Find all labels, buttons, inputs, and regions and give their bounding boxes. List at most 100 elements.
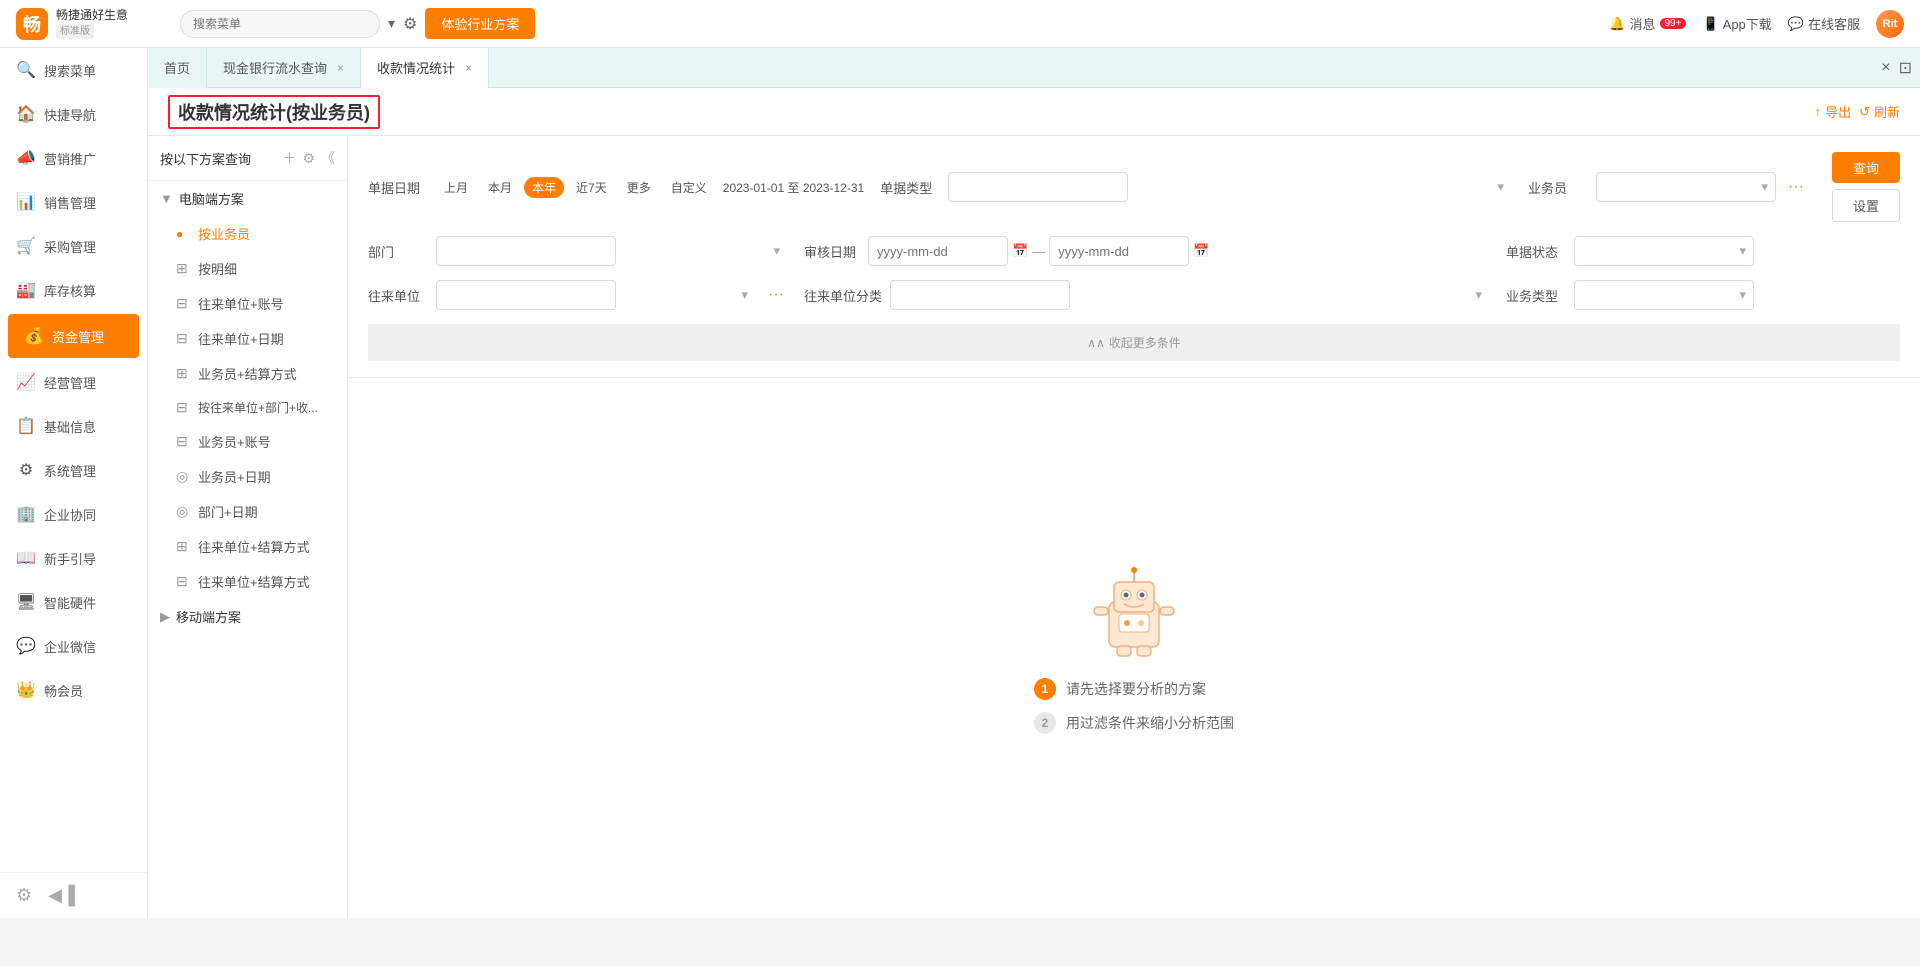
sidebar-item-search[interactable]: 🔍 搜索菜单 bbox=[0, 48, 147, 92]
biztype-select-wrapper bbox=[1574, 280, 1754, 310]
app-download-btn[interactable]: 📱 App下载 bbox=[1702, 14, 1771, 33]
partner-category-select-wrapper bbox=[890, 280, 1490, 310]
collapse-bar[interactable]: ∧∧ 收起更多条件 bbox=[368, 324, 1900, 361]
collapse-scheme-btn[interactable]: 《 bbox=[321, 148, 335, 168]
doc-status-label: 单据状态 bbox=[1506, 242, 1566, 261]
calendar-icon-1[interactable]: 📅 bbox=[1012, 243, 1028, 259]
partner-category-select[interactable] bbox=[890, 280, 1070, 310]
trial-btn[interactable]: 体验行业方案 bbox=[425, 8, 535, 39]
date-tab-more[interactable]: 更多 bbox=[619, 177, 659, 198]
partner-dept-icon: ⊟ bbox=[176, 399, 192, 416]
sidebar-search-label: 搜索菜单 bbox=[44, 61, 96, 80]
tab-home[interactable]: 首页 bbox=[148, 48, 207, 88]
date-tab-last-month[interactable]: 上月 bbox=[436, 177, 476, 198]
scheme-item-salesman-date[interactable]: ◎ 业务员+日期 bbox=[148, 459, 347, 494]
collapse-sidebar-btn[interactable]: ◀▐ bbox=[48, 885, 75, 906]
filter-row-3: 往来单位 ··· 往来单位分类 bbox=[368, 280, 1900, 310]
close-window-btn[interactable]: × bbox=[1881, 59, 1890, 77]
sidebar-item-wechat[interactable]: 💬 企业微信 bbox=[0, 624, 147, 668]
partner-more-btn[interactable]: ··· bbox=[764, 286, 788, 304]
search-input[interactable] bbox=[180, 10, 380, 38]
hardware-icon: 🖥 bbox=[16, 592, 36, 612]
sidebar-footer: ⚙ ◀▐ bbox=[0, 872, 147, 918]
sidebar-item-system[interactable]: ⚙ 系统管理 bbox=[0, 448, 147, 492]
doctype-filter-label: 单据类型 bbox=[880, 178, 940, 197]
export-btn[interactable]: ↑ 导出 bbox=[1815, 102, 1852, 121]
date-tab-7days[interactable]: 近7天 bbox=[568, 177, 615, 198]
scheme-desktop-title[interactable]: ▼ 电脑端方案 bbox=[148, 181, 347, 216]
docstatus-select-wrapper bbox=[1574, 236, 1754, 266]
sidebar-item-sales[interactable]: 📊 销售管理 bbox=[0, 180, 147, 224]
scheme-item-partner-dept[interactable]: ⊟ 按往来单位+部门+收... bbox=[148, 391, 347, 424]
doctype-select[interactable] bbox=[948, 172, 1128, 202]
user-area[interactable]: Rit bbox=[1876, 10, 1904, 38]
filter-doctype-group: 单据类型 bbox=[880, 172, 1512, 202]
top-header: 畅 畅捷通好生意 标准版 ▾ ⚙ 体验行业方案 🔔 消息 99+ 📱 App下载… bbox=[0, 0, 1920, 48]
tab-bank-flow[interactable]: 现金银行流水查询 × bbox=[207, 48, 361, 88]
empty-step-1: 1 请先选择要分析的方案 bbox=[1034, 678, 1234, 700]
settings-scheme-btn[interactable]: ⚙ bbox=[302, 148, 315, 168]
user-avatar: Rit bbox=[1876, 10, 1904, 38]
online-service-btn[interactable]: 💬 在线客服 bbox=[1788, 14, 1860, 33]
empty-step-2: 2 用过滤条件来缩小分析范围 bbox=[1034, 712, 1234, 734]
salesman-more-btn[interactable]: ··· bbox=[1784, 178, 1808, 196]
scheme-item-salesman-settle[interactable]: ⊞ 业务员+结算方式 bbox=[148, 356, 347, 391]
review-date-start[interactable] bbox=[868, 236, 1008, 266]
sidebar-item-member[interactable]: 👑 畅会员 bbox=[0, 668, 147, 712]
calendar-icon-2[interactable]: 📅 bbox=[1193, 243, 1209, 259]
operations-icon: 📈 bbox=[16, 372, 36, 392]
review-date-label: 审核日期 bbox=[804, 242, 864, 261]
date-tab-custom[interactable]: 自定义 bbox=[663, 177, 715, 198]
refresh-btn[interactable]: ↺ 刷新 bbox=[1859, 102, 1900, 121]
gear-btn[interactable]: ⚙ bbox=[403, 14, 417, 34]
sidebar-item-hardware[interactable]: 🖥 智能硬件 bbox=[0, 580, 147, 624]
sidebar-item-inventory[interactable]: 🏭 库存核算 bbox=[0, 268, 147, 312]
bank-flow-tab-close[interactable]: × bbox=[337, 61, 344, 75]
scheme-item-partner-settle2[interactable]: ⊟ 往来单位+结算方式 bbox=[148, 564, 347, 599]
sidebar-item-guide[interactable]: 📖 新手引导 bbox=[0, 536, 147, 580]
sidebar-sales-label: 销售管理 bbox=[44, 193, 96, 212]
salesman-select[interactable] bbox=[1596, 172, 1776, 202]
logo-icon: 畅 bbox=[16, 8, 48, 40]
docstatus-select[interactable] bbox=[1574, 236, 1754, 266]
scheme-item-partner-date[interactable]: ⊟ 往来单位+日期 bbox=[148, 321, 347, 356]
review-date-end[interactable] bbox=[1049, 236, 1189, 266]
sidebar-item-marketing[interactable]: 📣 营销推广 bbox=[0, 136, 147, 180]
scheme-item-partner-account[interactable]: ⊟ 往来单位+账号 bbox=[148, 286, 347, 321]
messages-btn[interactable]: 🔔 消息 99+ bbox=[1609, 14, 1686, 33]
tab-collection[interactable]: 收款情况统计 × bbox=[361, 48, 489, 88]
settings-footer-btn[interactable]: ⚙ bbox=[16, 885, 32, 906]
biztype-select[interactable] bbox=[1574, 280, 1754, 310]
sidebar-wechat-label: 企业微信 bbox=[44, 637, 96, 656]
query-btn[interactable]: 查询 bbox=[1832, 152, 1900, 183]
scheme-item-dept-date[interactable]: ◎ 部门+日期 bbox=[148, 494, 347, 529]
salesman-date-icon: ◎ bbox=[176, 468, 192, 485]
add-scheme-btn[interactable]: ＋ bbox=[282, 148, 296, 168]
sidebar-basicinfo-label: 基础信息 bbox=[44, 417, 96, 436]
sidebar-item-basicinfo[interactable]: 📋 基础信息 bbox=[0, 404, 147, 448]
sidebar-item-operations[interactable]: 📈 经营管理 bbox=[0, 360, 147, 404]
scheme-item-by-salesman[interactable]: ● 按业务员 bbox=[148, 216, 347, 251]
date-tab-this-year[interactable]: 本年 bbox=[524, 177, 564, 198]
filter-settings-btn[interactable]: 设置 bbox=[1832, 189, 1900, 222]
partner-select[interactable] bbox=[436, 280, 616, 310]
page-title: 收款情况统计(按业务员) bbox=[168, 95, 380, 129]
sidebar-item-purchase[interactable]: 🛒 采购管理 bbox=[0, 224, 147, 268]
inventory-icon: 🏭 bbox=[16, 280, 36, 300]
dropdown-btn[interactable]: ▾ bbox=[388, 15, 395, 32]
scheme-mobile-title[interactable]: ▶ 移动端方案 bbox=[148, 599, 347, 634]
sidebar-operations-label: 经营管理 bbox=[44, 373, 96, 392]
scheme-item-salesman-account[interactable]: ⊟ 业务员+账号 bbox=[148, 424, 347, 459]
sidebar-item-finance[interactable]: 💰 资金管理 bbox=[8, 314, 139, 358]
search-icon: 🔍 bbox=[16, 60, 36, 80]
sidebar-item-enterprise[interactable]: 🏢 企业协同 bbox=[0, 492, 147, 536]
scheme-item-by-detail[interactable]: ⊞ 按明细 bbox=[148, 251, 347, 286]
filter-partner-group: 往来单位 ··· bbox=[368, 280, 788, 310]
dept-select[interactable] bbox=[436, 236, 616, 266]
date-tab-this-month[interactable]: 本月 bbox=[480, 177, 520, 198]
scheme-item-partner-settle1[interactable]: ⊞ 往来单位+结算方式 bbox=[148, 529, 347, 564]
maximize-window-btn[interactable]: ⊡ bbox=[1899, 58, 1912, 78]
sidebar-item-quick-nav[interactable]: 🏠 快捷导航 bbox=[0, 92, 147, 136]
sidebar-enterprise-label: 企业协同 bbox=[44, 505, 96, 524]
collection-tab-close[interactable]: × bbox=[465, 61, 472, 75]
